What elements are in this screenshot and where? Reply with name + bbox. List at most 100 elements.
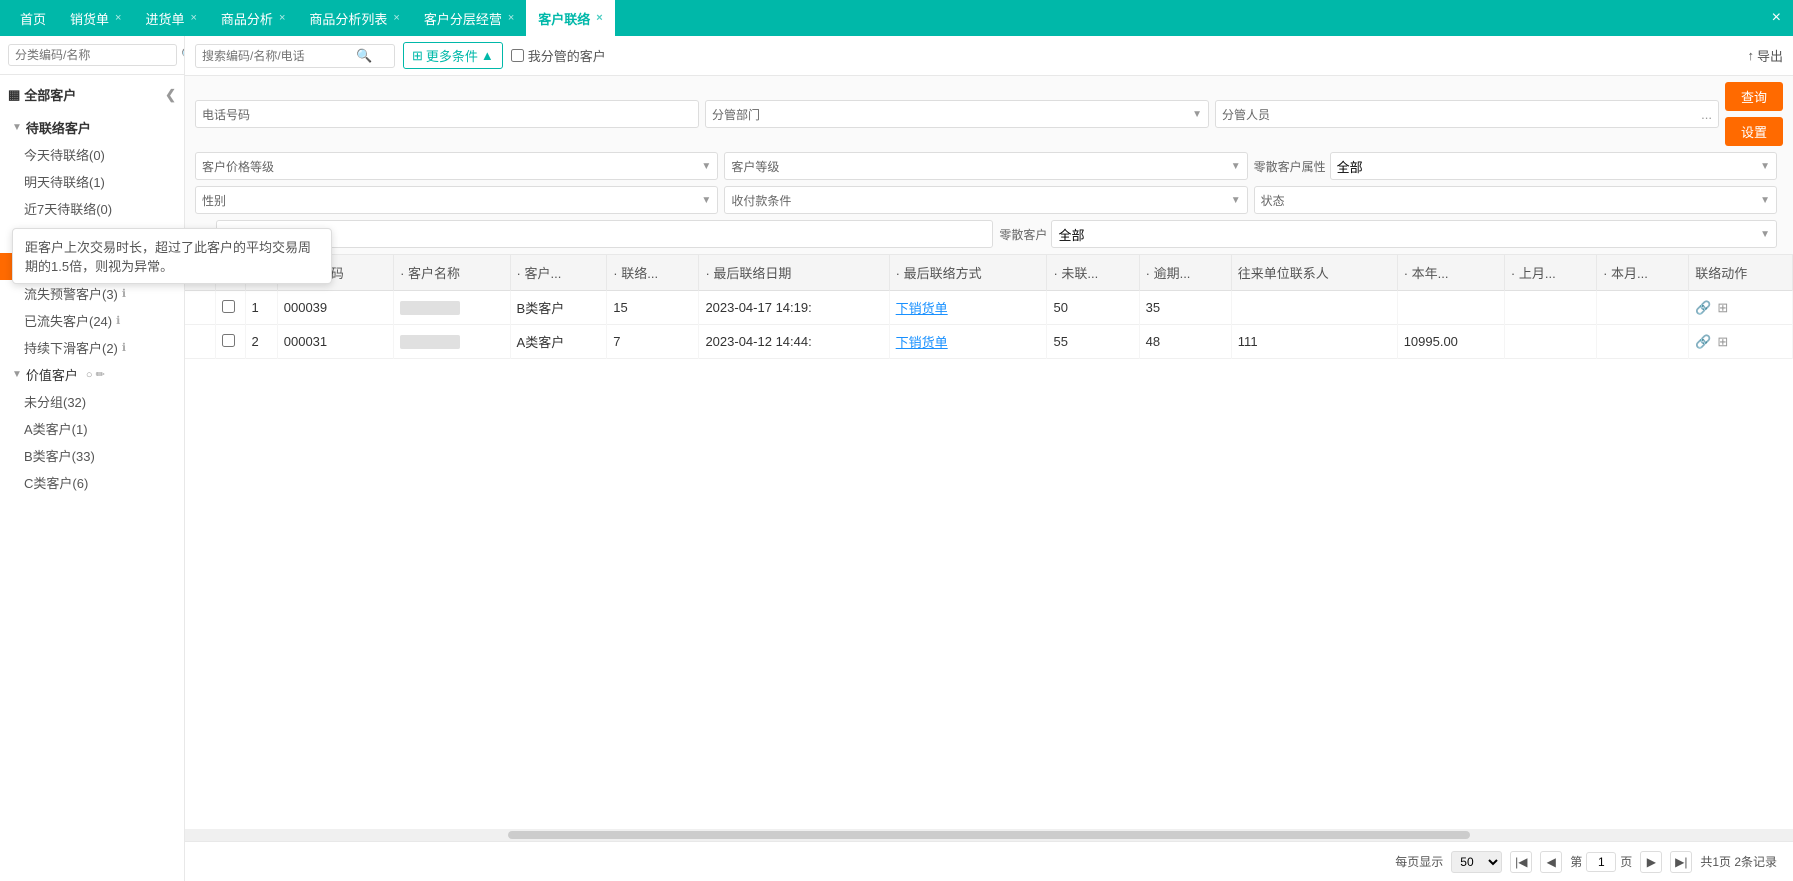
th-last-date[interactable]: · 最后联络日期: [699, 255, 889, 291]
sidebar-item-ungrouped[interactable]: 未分组(32): [0, 388, 184, 415]
sidebar-item-churned[interactable]: 已流失客户(24) ℹ: [0, 307, 184, 334]
last-page-button[interactable]: ▶|: [1670, 851, 1692, 873]
close-sales-order-icon[interactable]: ×: [115, 12, 121, 24]
person-field[interactable]: 分管人员 ...: [1215, 100, 1719, 128]
per-page-select[interactable]: 50 20 100: [1451, 851, 1502, 873]
table-row: 1 000039 B类客户 15 2023-04-17 14:19: 下销货单 …: [185, 291, 1793, 325]
gender-dropdown-icon: ▼: [701, 195, 711, 206]
settings-button[interactable]: 设置: [1725, 117, 1783, 146]
tree-root-all-customers[interactable]: ▦ 全部客户 ❮: [0, 79, 184, 110]
row1-grid-icon[interactable]: ⊞: [1717, 300, 1728, 316]
sidebar-item-declining[interactable]: 持续下滑客户(2) ℹ: [0, 334, 184, 361]
th-last-method[interactable]: · 最后联络方式: [889, 255, 1047, 291]
value-customer-title[interactable]: ▼ 价值客户 ○ ✏: [0, 361, 184, 388]
th-unit-contact[interactable]: 往来单位联系人: [1231, 255, 1397, 291]
dept-field[interactable]: 分管部门 ▼: [705, 100, 1209, 128]
row1-unread: 50: [1047, 291, 1139, 325]
retail-cust-dropdown-icon: ▼: [1760, 229, 1770, 240]
status-field[interactable]: 状态 ▼: [1254, 186, 1777, 214]
customer-level-field[interactable]: 客户等级 ▼: [724, 152, 1247, 180]
close-purchase-order-icon[interactable]: ×: [190, 12, 196, 24]
row1-last-method[interactable]: 下销货单: [889, 291, 1047, 325]
sidebar-item-tomorrow-pending[interactable]: 明天待联络(1): [0, 168, 184, 195]
nav-customer-tier[interactable]: 客户分层经营 ×: [412, 0, 526, 36]
row2-name: [394, 325, 510, 359]
row2-grid-icon[interactable]: ⊞: [1717, 334, 1728, 350]
sidebar-search-input[interactable]: [8, 44, 177, 66]
row1-link-icon[interactable]: 🔗: [1695, 300, 1711, 316]
nav-home[interactable]: 首页: [8, 0, 58, 36]
data-table-container[interactable]: ⚙ # · 客户编码 · 客户名称 · 客户...: [185, 255, 1793, 829]
my-customer-checkbox[interactable]: [511, 49, 524, 62]
nav-sales-order[interactable]: 销货单 ×: [58, 0, 133, 36]
edit-icon[interactable]: ○ ✏: [86, 368, 105, 381]
sidebar-item-7day-pending[interactable]: 近7天待联络(0): [0, 195, 184, 222]
phone-field[interactable]: 电话号码: [195, 100, 699, 128]
dept-dropdown-icon: ▼: [1192, 109, 1202, 120]
main-search-input[interactable]: [202, 49, 352, 63]
th-this-month[interactable]: · 本月...: [1597, 255, 1689, 291]
export-icon: ↑: [1747, 48, 1754, 63]
th-level[interactable]: · 客户...: [510, 255, 607, 291]
expand-arrow-icon: ▼: [12, 122, 22, 133]
close-product-analysis-icon[interactable]: ×: [279, 12, 285, 24]
export-button[interactable]: ↑ 导出: [1747, 46, 1783, 65]
row1-checkbox[interactable]: [215, 291, 245, 325]
prev-page-button[interactable]: ◀: [1540, 851, 1562, 873]
main-search-icon[interactable]: 🔍: [356, 48, 372, 64]
row1-settings: [185, 291, 215, 325]
sidebar-item-today-pending[interactable]: 今天待联络(0): [0, 141, 184, 168]
retail-customer-field[interactable]: 全部 ▼: [1051, 220, 1777, 248]
info-icon-4: ℹ: [122, 341, 126, 354]
row2-actions: 🔗 ⊞: [1689, 325, 1793, 359]
nav-product-analysis[interactable]: 商品分析 ×: [209, 0, 297, 36]
h-scroll-thumb[interactable]: [508, 831, 1470, 839]
sidebar-item-churn-warning[interactable]: 流失预警客户(3) ℹ: [0, 280, 184, 307]
row2-last-month: [1504, 325, 1596, 359]
sidebar-item-class-a[interactable]: A类客户(1): [0, 415, 184, 442]
close-customer-contact-icon[interactable]: ×: [596, 12, 602, 24]
close-product-list-icon[interactable]: ×: [393, 12, 399, 24]
sidebar-item-class-c[interactable]: C类客户(6): [0, 469, 184, 496]
total-records-label: 共1页 2条记录: [1700, 853, 1777, 870]
row1-unit-contact: [1231, 291, 1397, 325]
row2-link-icon[interactable]: 🔗: [1695, 334, 1711, 350]
row2-last-method[interactable]: 下销货单: [889, 325, 1047, 359]
sidebar-item-class-b[interactable]: B类客户(33): [0, 442, 184, 469]
row2-checkbox[interactable]: [215, 325, 245, 359]
sidebar-collapse-icon[interactable]: ❮: [165, 87, 176, 103]
chevron-up-icon: ▲: [481, 48, 494, 63]
nav-product-analysis-list[interactable]: 商品分析列表 ×: [297, 0, 411, 36]
th-name[interactable]: · 客户名称: [394, 255, 510, 291]
my-customer-filter[interactable]: 我分管的客户: [511, 46, 606, 65]
window-close-icon[interactable]: ×: [1772, 9, 1781, 27]
customer-type-field[interactable]: 客户类型: [216, 220, 994, 248]
payment-field[interactable]: 收付款条件 ▼: [724, 186, 1247, 214]
content-area: 🔍 ⊞ 更多条件 ▲ 我分管的客户 ↑ 导出 电话号码: [185, 36, 1793, 881]
next-page-button[interactable]: ▶: [1640, 851, 1662, 873]
pending-contact-title[interactable]: ▼ 待联络客户: [0, 114, 184, 141]
row1-code[interactable]: 000039: [277, 291, 393, 325]
th-overdue[interactable]: · 逾期...: [1139, 255, 1231, 291]
page-number-input[interactable]: [1586, 852, 1616, 872]
horizontal-scrollbar[interactable]: [185, 829, 1793, 841]
tooltip-box: 距客户上次交易时长，超过了此客户的平均交易周期的1.5倍，则视为异常。: [185, 228, 332, 284]
first-page-button[interactable]: |◀: [1510, 851, 1532, 873]
nav-purchase-order[interactable]: 进货单 ×: [133, 0, 208, 36]
th-this-year[interactable]: · 本年...: [1397, 255, 1504, 291]
nav-customer-contact[interactable]: 客户联络 ×: [526, 0, 614, 36]
price-level-field[interactable]: 客户价格等级 ▼: [195, 152, 718, 180]
gender-field[interactable]: 性别 ▼: [195, 186, 718, 214]
retail-customer-group: 零散客户 全部 ▼: [999, 220, 1777, 248]
filter-icon: ⊞: [412, 48, 423, 64]
th-last-month[interactable]: · 上月...: [1504, 255, 1596, 291]
row2-code[interactable]: 000031: [277, 325, 393, 359]
close-customer-tier-icon[interactable]: ×: [508, 12, 514, 24]
more-conditions-button[interactable]: ⊞ 更多条件 ▲: [403, 42, 503, 69]
query-button[interactable]: 查询: [1725, 82, 1783, 111]
row1-name: [394, 291, 510, 325]
th-contact[interactable]: · 联络...: [607, 255, 699, 291]
page-indicator: 第 页: [1570, 852, 1632, 872]
retail-attr-field[interactable]: 全部 ▼: [1330, 152, 1777, 180]
th-unread[interactable]: · 未联...: [1047, 255, 1139, 291]
